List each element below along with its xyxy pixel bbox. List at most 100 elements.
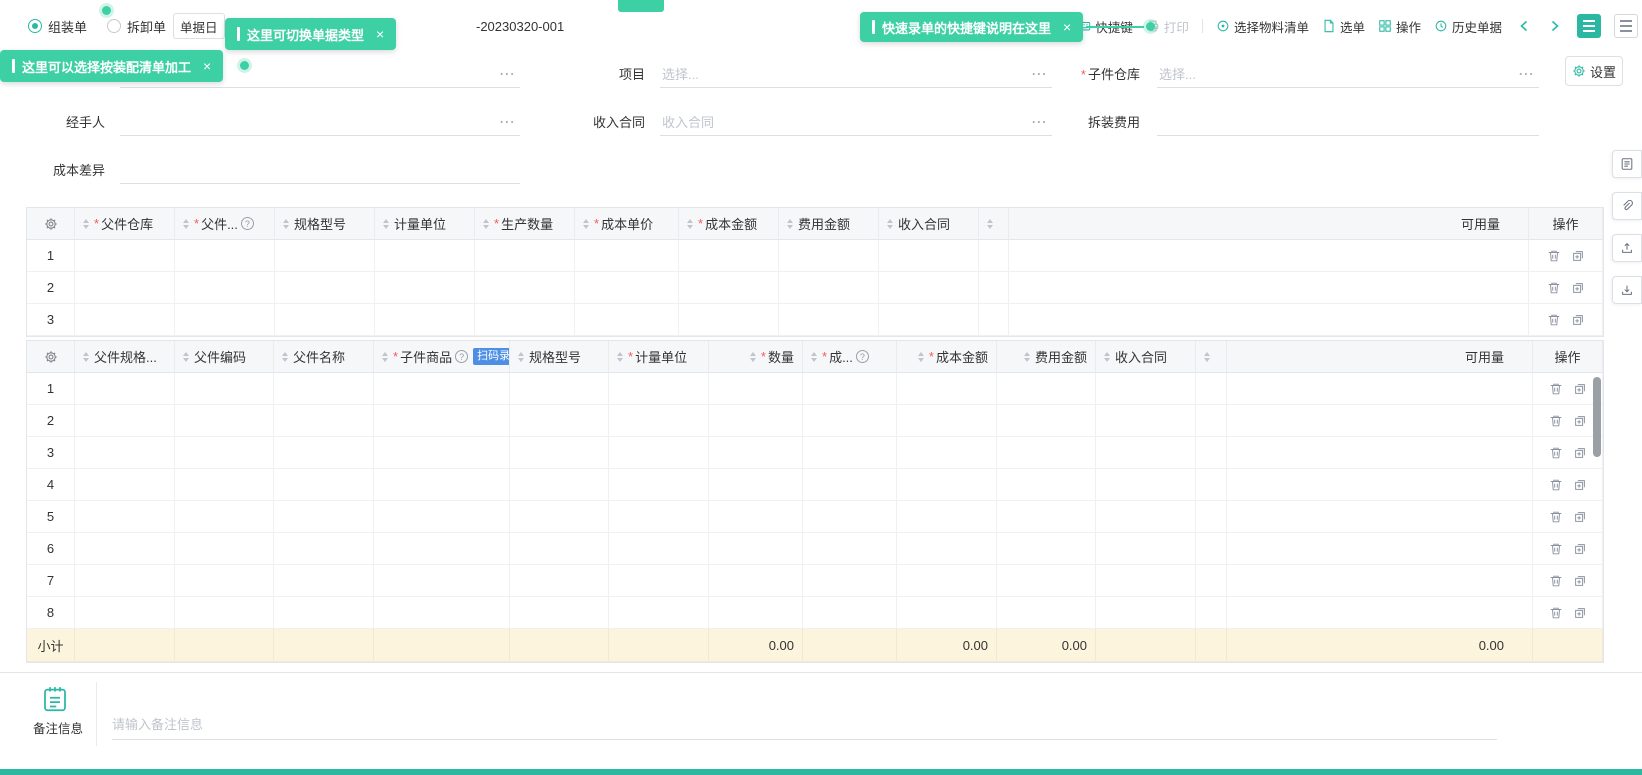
- delete-row-icon[interactable]: [1549, 574, 1563, 588]
- table-cell[interactable]: [897, 501, 997, 533]
- table-cell[interactable]: [475, 240, 575, 272]
- side-tool-import[interactable]: [1612, 276, 1642, 304]
- table-cell[interactable]: [75, 405, 175, 437]
- table-cell[interactable]: [575, 240, 679, 272]
- sort-icon[interactable]: [382, 351, 388, 362]
- income-contract-input[interactable]: [660, 110, 1052, 136]
- table-cell[interactable]: [1196, 469, 1227, 501]
- table-cell[interactable]: [1196, 597, 1227, 629]
- scan-entry-badge[interactable]: 扫码录入: [473, 348, 509, 365]
- table-cell[interactable]: [897, 437, 997, 469]
- table-cell[interactable]: [75, 272, 175, 304]
- sort-icon[interactable]: [283, 218, 289, 229]
- table-cell[interactable]: [897, 597, 997, 629]
- table-cell[interactable]: [803, 373, 897, 405]
- operations-button[interactable]: 操作: [1378, 17, 1421, 36]
- more-button[interactable]: ⋯: [499, 63, 516, 87]
- sort-icon[interactable]: [83, 351, 89, 362]
- radio-assembly-order[interactable]: 组装单: [28, 17, 87, 36]
- panel-view-button[interactable]: [1614, 14, 1638, 38]
- table-cell[interactable]: [679, 304, 779, 336]
- table-cell[interactable]: [609, 565, 709, 597]
- table-cell[interactable]: [1096, 405, 1196, 437]
- table-cell[interactable]: [709, 533, 803, 565]
- help-icon[interactable]: ?: [455, 350, 469, 363]
- table-cell[interactable]: [679, 272, 779, 304]
- col-header-spec-model[interactable]: 规格型号: [510, 341, 609, 373]
- table-cell[interactable]: [274, 533, 374, 565]
- table-cell[interactable]: [609, 373, 709, 405]
- sort-icon[interactable]: [83, 218, 89, 229]
- table-cell[interactable]: [274, 597, 374, 629]
- table-cell[interactable]: [374, 533, 510, 565]
- table-cell[interactable]: [803, 565, 897, 597]
- table-cell[interactable]: [609, 437, 709, 469]
- delete-row-icon[interactable]: [1549, 510, 1563, 524]
- delete-row-icon[interactable]: [1549, 478, 1563, 492]
- col-header-parent-warehouse[interactable]: * 父件仓库: [75, 208, 175, 240]
- table-cell[interactable]: [803, 437, 897, 469]
- table-cell[interactable]: [709, 469, 803, 501]
- table-cell[interactable]: [709, 405, 803, 437]
- sort-icon[interactable]: [1104, 351, 1110, 362]
- sort-icon[interactable]: [617, 351, 623, 362]
- table-cell[interactable]: [510, 373, 609, 405]
- table-cell[interactable]: [1196, 565, 1227, 597]
- table-cell[interactable]: [879, 304, 979, 336]
- col-header-parent-spec[interactable]: 父件规格...: [75, 341, 175, 373]
- table-cell[interactable]: [274, 405, 374, 437]
- table-cell[interactable]: [979, 304, 1009, 336]
- table-cell[interactable]: [374, 437, 510, 469]
- table-cell[interactable]: [1096, 533, 1196, 565]
- table-cell[interactable]: [1227, 437, 1533, 469]
- table-cell[interactable]: [375, 240, 475, 272]
- table-cell[interactable]: [709, 437, 803, 469]
- sort-icon[interactable]: [282, 351, 288, 362]
- sort-icon[interactable]: [887, 218, 893, 229]
- copy-add-row-icon[interactable]: [1571, 249, 1585, 263]
- table-cell[interactable]: [510, 533, 609, 565]
- col-header-unit[interactable]: * 计量单位: [609, 341, 709, 373]
- table-cell[interactable]: [609, 405, 709, 437]
- table-cell[interactable]: [779, 272, 879, 304]
- col-header-spec-model[interactable]: 规格型号: [275, 208, 375, 240]
- disassembly-fee-input[interactable]: [1157, 110, 1539, 136]
- close-icon[interactable]: ×: [203, 58, 211, 74]
- table-cell[interactable]: [175, 405, 274, 437]
- table-cell[interactable]: [1227, 469, 1533, 501]
- table-cell[interactable]: [275, 304, 375, 336]
- table-cell[interactable]: [709, 565, 803, 597]
- table-cell[interactable]: [997, 533, 1096, 565]
- table-cell[interactable]: [609, 501, 709, 533]
- table-cell[interactable]: [1096, 437, 1196, 469]
- copy-add-row-icon[interactable]: [1573, 542, 1587, 556]
- more-button[interactable]: ⋯: [1031, 111, 1048, 135]
- table-cell[interactable]: [1196, 405, 1227, 437]
- table-cell[interactable]: [897, 405, 997, 437]
- table-cell[interactable]: [997, 469, 1096, 501]
- sort-icon[interactable]: [811, 351, 817, 362]
- table-cell[interactable]: [274, 373, 374, 405]
- table-cell[interactable]: [997, 565, 1096, 597]
- col-header-fee-amount[interactable]: 费用金额: [997, 341, 1096, 373]
- handler-input[interactable]: [120, 110, 520, 136]
- table-cell[interactable]: [1227, 405, 1533, 437]
- col-header-cost-amount[interactable]: * 成本金额: [897, 341, 997, 373]
- table-cell[interactable]: [1196, 437, 1227, 469]
- more-button[interactable]: ⋯: [1031, 63, 1048, 87]
- delete-row-icon[interactable]: [1549, 414, 1563, 428]
- table-cell[interactable]: [475, 304, 575, 336]
- side-tool-export[interactable]: [1612, 234, 1642, 262]
- col-header-parent-name[interactable]: 父件名称: [274, 341, 374, 373]
- child-warehouse-input[interactable]: [1157, 62, 1539, 88]
- table-cell[interactable]: [510, 501, 609, 533]
- delete-row-icon[interactable]: [1549, 606, 1563, 620]
- table-cell[interactable]: [1196, 533, 1227, 565]
- table-cell[interactable]: [803, 469, 897, 501]
- table-cell[interactable]: [779, 304, 879, 336]
- copy-add-row-icon[interactable]: [1571, 313, 1585, 327]
- table-cell[interactable]: [1227, 565, 1533, 597]
- col-header-cost-amount[interactable]: * 成本金额: [679, 208, 779, 240]
- sort-icon[interactable]: [483, 218, 489, 229]
- table-cell[interactable]: [575, 304, 679, 336]
